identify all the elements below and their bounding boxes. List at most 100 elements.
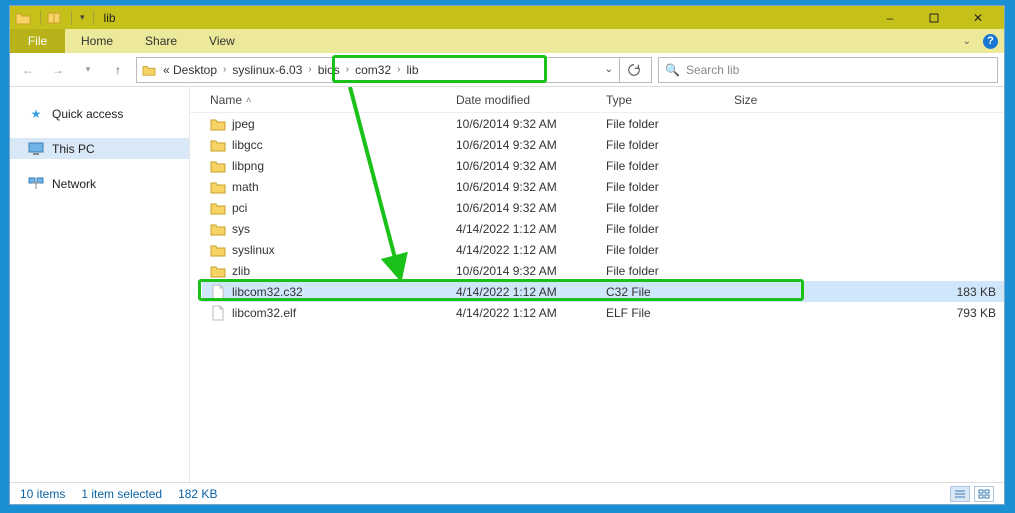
folder-icon	[210, 221, 226, 237]
maximize-button[interactable]	[912, 6, 956, 29]
qat-properties-icon[interactable]	[45, 10, 63, 26]
qat-separator	[71, 11, 72, 25]
search-placeholder: Search lib	[686, 63, 739, 77]
up-button[interactable]: ↑	[106, 58, 130, 82]
file-row[interactable]: libcom32.elf4/14/2022 1:12 AMELF File793…	[202, 302, 1004, 323]
folder-icon	[210, 263, 226, 279]
file-name: libcom32.c32	[232, 285, 303, 299]
file-name: jpeg	[232, 117, 255, 131]
sort-ascending-icon: ˄	[246, 95, 251, 105]
file-type: C32 File	[598, 285, 726, 299]
header-type[interactable]: Type	[598, 93, 726, 107]
navigation-pane[interactable]: ★ Quick access This PC Network	[10, 87, 190, 482]
status-selection-size: 182 KB	[178, 487, 217, 501]
header-size[interactable]: Size	[726, 93, 806, 107]
address-history-icon[interactable]: ⌄	[599, 64, 619, 75]
file-date: 4/14/2022 1:12 AM	[448, 243, 598, 257]
nav-quick-access[interactable]: ★ Quick access	[10, 103, 189, 124]
file-name: libgcc	[232, 138, 263, 152]
minimize-button[interactable]: –	[868, 6, 912, 29]
breadcrumb-part-2[interactable]: com32	[349, 58, 397, 82]
system-menu-icon[interactable]	[14, 10, 32, 26]
tab-share[interactable]: Share	[129, 29, 193, 53]
ribbon-expand-icon[interactable]: ⌄	[963, 36, 971, 47]
nav-label: This PC	[52, 142, 95, 156]
file-date: 10/6/2014 9:32 AM	[448, 180, 598, 194]
file-name: zlib	[232, 264, 250, 278]
close-button[interactable]: ✕	[956, 6, 1000, 29]
file-row[interactable]: libcom32.c324/14/2022 1:12 AMC32 File183…	[202, 281, 1004, 302]
recent-locations-button[interactable]: ▾	[76, 58, 100, 82]
file-row[interactable]: libgcc 10/6/2014 9:32 AMFile folder	[202, 134, 1004, 155]
file-row[interactable]: jpeg 10/6/2014 9:32 AMFile folder	[202, 113, 1004, 134]
file-type: File folder	[598, 138, 726, 152]
forward-button[interactable]: →	[46, 58, 70, 82]
content-area: ★ Quick access This PC Network N	[10, 87, 1004, 482]
file-row[interactable]: math10/6/2014 9:32 AMFile folder	[202, 176, 1004, 197]
file-type: File folder	[598, 222, 726, 236]
tab-home[interactable]: Home	[65, 29, 129, 53]
search-input[interactable]: 🔍 Search lib	[658, 57, 998, 83]
search-icon: 🔍	[665, 63, 680, 77]
header-name-label: Name	[210, 93, 242, 107]
file-name: math	[232, 180, 259, 194]
ribbon-tabs: File Home Share View ⌄ ?	[10, 29, 1004, 53]
file-row[interactable]: pci 10/6/2014 9:32 AMFile folder	[202, 197, 1004, 218]
file-icon	[210, 305, 226, 321]
qat-customize-icon[interactable]: ▾	[80, 12, 85, 23]
file-row[interactable]: sys 4/14/2022 1:12 AMFile folder	[202, 218, 1004, 239]
refresh-button[interactable]	[619, 58, 647, 82]
window-title: lib	[104, 11, 116, 25]
nav-label: Quick access	[52, 107, 123, 121]
folder-icon	[210, 137, 226, 153]
file-icon	[210, 284, 226, 300]
address-bar[interactable]: « Desktop › syslinux-6.03 › bios › com32…	[136, 57, 652, 83]
nav-this-pc[interactable]: This PC	[10, 138, 189, 159]
file-name: libcom32.elf	[232, 306, 296, 320]
file-row[interactable]: syslinux4/14/2022 1:12 AMFile folder	[202, 239, 1004, 260]
file-date: 10/6/2014 9:32 AM	[448, 201, 598, 215]
pc-icon	[28, 142, 44, 156]
qat-separator	[40, 11, 41, 25]
status-bar: 10 items 1 item selected 182 KB	[10, 482, 1004, 504]
header-name[interactable]: Name ˄	[202, 93, 448, 107]
file-name: sys	[232, 222, 250, 236]
file-type: File folder	[598, 159, 726, 173]
header-date[interactable]: Date modified	[448, 93, 598, 107]
file-rows[interactable]: jpeg10/6/2014 9:32 AMFile folderlibgcc10…	[190, 113, 1004, 482]
file-date: 4/14/2022 1:12 AM	[448, 222, 598, 236]
breadcrumb-part-3[interactable]: lib	[400, 58, 424, 82]
file-type: File folder	[598, 201, 726, 215]
file-date: 10/6/2014 9:32 AM	[448, 138, 598, 152]
breadcrumb-prefix[interactable]: « Desktop	[157, 58, 223, 82]
file-type: File folder	[598, 264, 726, 278]
view-details-button[interactable]	[950, 486, 970, 502]
column-headers[interactable]: Name ˄ Date modified Type Size	[190, 87, 1004, 113]
file-date: 10/6/2014 9:32 AM	[448, 264, 598, 278]
folder-icon	[210, 242, 226, 258]
file-date: 10/6/2014 9:32 AM	[448, 159, 598, 173]
file-date: 10/6/2014 9:32 AM	[448, 117, 598, 131]
folder-icon	[210, 158, 226, 174]
breadcrumb-part-0[interactable]: syslinux-6.03	[226, 58, 308, 82]
network-icon	[28, 177, 44, 191]
back-button[interactable]: ←	[16, 58, 40, 82]
title-bar[interactable]: ▾ lib – ✕	[10, 6, 1004, 29]
file-explorer-window: ▾ lib – ✕ File Home Share View ⌄ ? ← → ▾…	[9, 5, 1005, 505]
nav-label: Network	[52, 177, 96, 191]
qat-separator	[93, 11, 94, 25]
breadcrumb-part-1[interactable]: bios	[312, 58, 346, 82]
file-type: File folder	[598, 117, 726, 131]
file-date: 4/14/2022 1:12 AM	[448, 285, 598, 299]
tab-view[interactable]: View	[193, 29, 251, 53]
help-icon[interactable]: ?	[983, 34, 998, 49]
folder-icon	[210, 179, 226, 195]
file-row[interactable]: zlib 10/6/2014 9:32 AMFile folder	[202, 260, 1004, 281]
view-large-icons-button[interactable]	[974, 486, 994, 502]
file-row[interactable]: libpng10/6/2014 9:32 AMFile folder	[202, 155, 1004, 176]
folder-icon	[210, 116, 226, 132]
file-tab[interactable]: File	[10, 29, 65, 53]
file-name: pci	[232, 201, 247, 215]
nav-network[interactable]: Network	[10, 173, 189, 194]
status-selection: 1 item selected	[81, 487, 162, 501]
